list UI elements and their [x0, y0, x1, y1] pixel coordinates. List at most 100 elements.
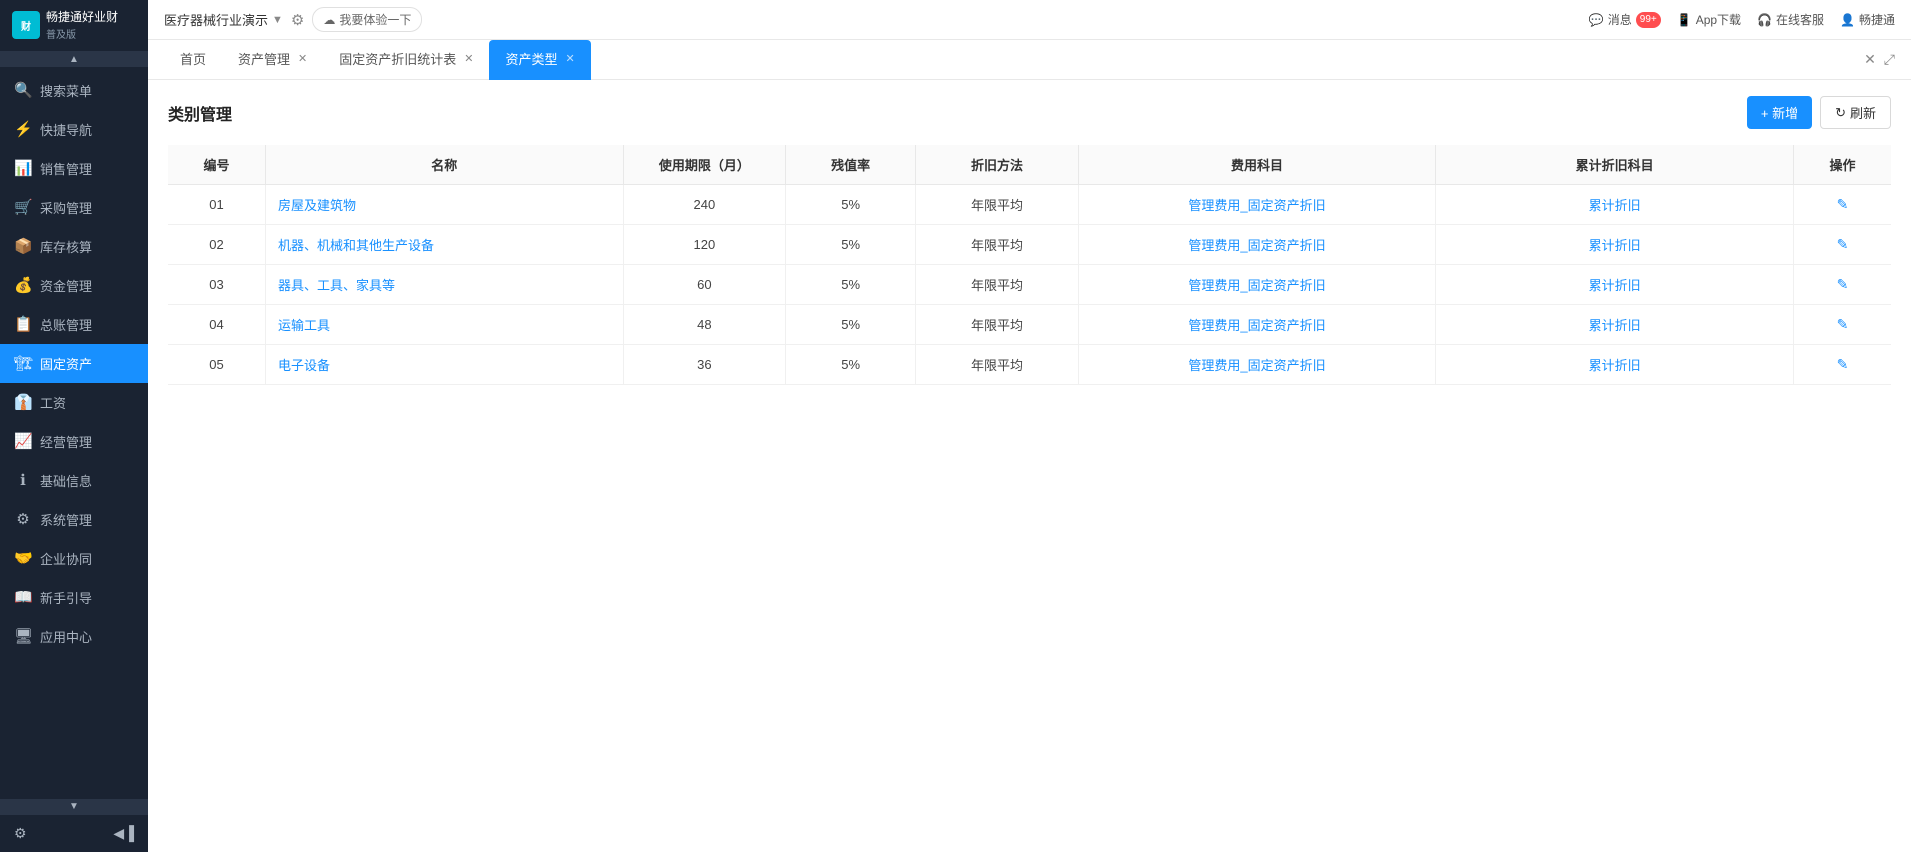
tab-label-1: 资产管理 [238, 49, 290, 68]
cell-method-0: 年限平均 [916, 185, 1079, 225]
sidebar-item-经营管理[interactable]: 📈经营管理 [0, 422, 148, 461]
edit-icon-0[interactable]: ✎ [1837, 196, 1849, 212]
sidebar-item-系统管理[interactable]: ⚙系统管理 [0, 500, 148, 539]
sidebar-icon-3: 🛒 [14, 198, 32, 216]
cell-action-2[interactable]: ✎ [1793, 265, 1891, 305]
sidebar-icon-9: 📈 [14, 432, 32, 450]
cell-rate-4: 5% [786, 345, 916, 385]
tab-资产类型[interactable]: 资产类型✕ [489, 40, 590, 80]
cell-accum-text-4[interactable]: 累计折旧 [1589, 358, 1641, 373]
sidebar-item-快捷导航[interactable]: ⚡快捷导航 [0, 110, 148, 149]
sidebar-label-3: 采购管理 [40, 198, 92, 217]
sidebar-icon-2: 📊 [14, 159, 32, 177]
app-download-label: App下载 [1696, 11, 1741, 28]
main-area: 医疗器械行业演示 ▼ ⚙ ☁ 我要体验一下 💬 消息 99+ 📱 App下载 🎧… [148, 0, 1911, 852]
tab-close-3[interactable]: ✕ [566, 52, 575, 65]
cell-method-1: 年限平均 [916, 225, 1079, 265]
sidebar-item-固定资产[interactable]: 🏗固定资产 [0, 344, 148, 383]
cell-id-3: 04 [168, 305, 266, 345]
sidebar-icon-4: 📦 [14, 237, 32, 255]
sidebar-label-14: 应用中心 [40, 627, 92, 646]
tab-close-1[interactable]: ✕ [298, 52, 307, 65]
cell-rate-1: 5% [786, 225, 916, 265]
sidebar-item-总账管理[interactable]: 📋总账管理 [0, 305, 148, 344]
tab-首页[interactable]: 首页 [164, 40, 222, 80]
sidebar-label-10: 基础信息 [40, 471, 92, 490]
cell-name-text-0[interactable]: 房屋及建筑物 [278, 198, 356, 213]
sidebar-icon-8: 👔 [14, 393, 32, 411]
sidebar-icon-13: 📖 [14, 588, 32, 606]
page-content: 类别管理 + 新增 ↻ 刷新 编号名称使用期限（月）残值率折旧方法费用科目累计折… [148, 80, 1911, 852]
cell-months-0: 240 [623, 185, 786, 225]
cell-accum-text-1[interactable]: 累计折旧 [1589, 238, 1641, 253]
col-header-使用期限（月）: 使用期限（月） [623, 145, 786, 185]
customer-service-label: 在线客服 [1776, 11, 1824, 28]
sidebar-label-11: 系统管理 [40, 510, 92, 529]
tab-资产管理[interactable]: 资产管理 ✕ [222, 40, 323, 80]
tab-固定资产折旧统计表[interactable]: 固定资产折旧统计表✕ [323, 40, 489, 80]
sidebar-item-搜索菜单[interactable]: 🔍搜索菜单 [0, 71, 148, 110]
sidebar-item-应用中心[interactable]: 🖥 应用中心 [0, 617, 148, 656]
col-header-编号: 编号 [168, 145, 266, 185]
sidebar-scroll-down[interactable]: ▼ [0, 799, 148, 814]
cell-accum-text-0[interactable]: 累计折旧 [1589, 198, 1641, 213]
sidebar-label-5: 资金管理 [40, 276, 92, 295]
sidebar-label-1: 快捷导航 [40, 120, 92, 139]
topbar-settings-icon[interactable]: ⚙ [291, 11, 304, 29]
cell-name-text-1[interactable]: 机器、机械和其他生产设备 [278, 238, 434, 253]
tabs-bar: 首页资产管理✕固定资产折旧统计表✕资产类型✕ ✕ ⤢ [148, 40, 1911, 80]
experience-button[interactable]: ☁ 我要体验一下 [312, 7, 422, 32]
cell-expense-text-2[interactable]: 管理费用_固定资产折旧 [1188, 278, 1325, 293]
tab-close-2[interactable]: ✕ [464, 52, 473, 65]
demo-selector[interactable]: 医疗器械行业演示 ▼ [164, 10, 283, 29]
new-button[interactable]: + 新增 [1747, 96, 1812, 129]
page-header: 类别管理 + 新增 ↻ 刷新 [168, 96, 1891, 129]
settings-icon[interactable]: ⚙ [14, 825, 27, 842]
edit-icon-3[interactable]: ✎ [1837, 316, 1849, 332]
sidebar-item-企业协同[interactable]: 🤝企业协同 [0, 539, 148, 578]
cell-accum-text-2[interactable]: 累计折旧 [1589, 278, 1641, 293]
cell-rate-3: 5% [786, 305, 916, 345]
cell-rate-2: 5% [786, 265, 916, 305]
sidebar-item-工资[interactable]: 👔工资 [0, 383, 148, 422]
refresh-button[interactable]: ↻ 刷新 [1820, 96, 1891, 129]
cell-name-4: 电子设备 [266, 345, 624, 385]
cell-action-4[interactable]: ✎ [1793, 345, 1891, 385]
sidebar-item-库存核算[interactable]: 📦 库存核算 [0, 227, 148, 266]
app-download-icon: 📱 [1677, 13, 1692, 27]
customer-service-item[interactable]: 🎧 在线客服 [1757, 11, 1824, 28]
sidebar-item-新手引导[interactable]: 📖 新手引导 [0, 578, 148, 617]
sidebar-label-13: 新手引导 [40, 588, 92, 607]
cell-expense-text-3[interactable]: 管理费用_固定资产折旧 [1188, 318, 1325, 333]
maximize-window-icon[interactable]: ⤢ [1884, 51, 1895, 68]
cell-expense-text-1[interactable]: 管理费用_固定资产折旧 [1188, 238, 1325, 253]
cell-action-0[interactable]: ✎ [1793, 185, 1891, 225]
sidebar-label-4: 库存核算 [40, 237, 92, 256]
cell-action-3[interactable]: ✎ [1793, 305, 1891, 345]
cell-name-text-3[interactable]: 运输工具 [278, 318, 330, 333]
sidebar-item-销售管理[interactable]: 📊销售管理 [0, 149, 148, 188]
collapse-icon[interactable]: ◀▐ [113, 825, 134, 842]
cell-name-text-2[interactable]: 器具、工具、家具等 [278, 278, 395, 293]
sidebar-item-资金管理[interactable]: 💰资金管理 [0, 266, 148, 305]
edit-icon-1[interactable]: ✎ [1837, 236, 1849, 252]
cell-action-1[interactable]: ✎ [1793, 225, 1891, 265]
edit-icon-2[interactable]: ✎ [1837, 276, 1849, 292]
cell-name-text-4[interactable]: 电子设备 [278, 358, 330, 373]
user-item[interactable]: 👤 畅捷通 [1840, 11, 1895, 28]
table-row: 02机器、机械和其他生产设备1205%年限平均管理费用_固定资产折旧累计折旧✎ [168, 225, 1891, 265]
edit-icon-4[interactable]: ✎ [1837, 356, 1849, 372]
category-table: 编号名称使用期限（月）残值率折旧方法费用科目累计折旧科目操作 01房屋及建筑物2… [168, 145, 1891, 385]
sidebar-icon-7: 🏗 [14, 354, 32, 372]
sidebar-item-采购管理[interactable]: 🛒 采购管理 [0, 188, 148, 227]
cell-expense-text-4[interactable]: 管理费用_固定资产折旧 [1188, 358, 1325, 373]
close-window-icon[interactable]: ✕ [1864, 51, 1876, 68]
sidebar-scroll-up[interactable]: ▲ [0, 52, 148, 67]
app-download-item[interactable]: 📱 App下载 [1677, 11, 1741, 28]
sidebar-icon-14: 🖥 [14, 627, 32, 645]
message-item[interactable]: 💬 消息 99+ [1589, 11, 1661, 28]
sidebar-item-基础信息[interactable]: ℹ基础信息 [0, 461, 148, 500]
logo-sub: 普及版 [46, 26, 118, 41]
cell-accum-text-3[interactable]: 累计折旧 [1589, 318, 1641, 333]
cell-expense-text-0[interactable]: 管理费用_固定资产折旧 [1188, 198, 1325, 213]
